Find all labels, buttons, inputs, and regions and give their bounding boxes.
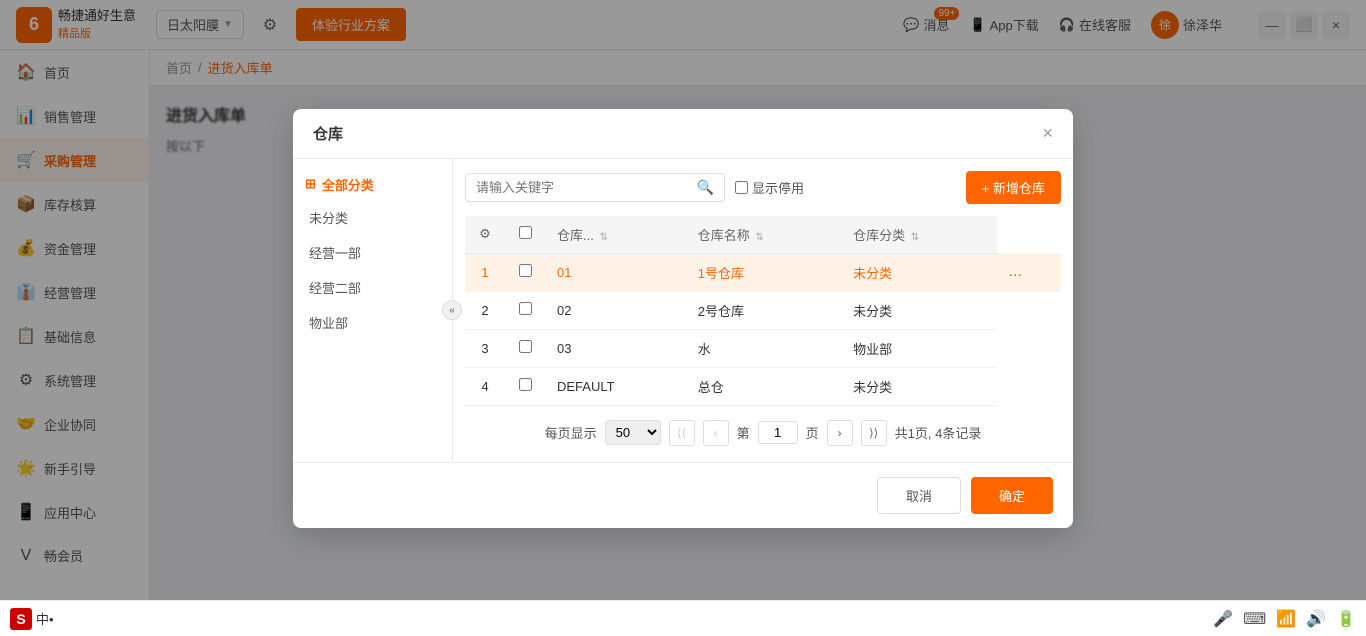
table-row[interactable]: 4 DEFAULT 总仓 未分类 <box>465 367 1061 405</box>
show-disabled-label[interactable]: 显示停用 <box>735 178 804 197</box>
category-all-btn[interactable]: ⊞ 全部分类 <box>305 175 374 194</box>
per-page-select[interactable]: 50 10 20 100 <box>605 420 661 445</box>
modal-title: 仓库 <box>313 123 343 144</box>
next-page-button[interactable]: › <box>827 420 853 446</box>
row-index-0: 1 <box>465 253 505 291</box>
warehouse-modal: 仓库 × ⊞ 全部分类 « 未分类经营一部经营二部物业部 <box>293 109 1073 528</box>
battery-icon: 🔋 <box>1336 609 1356 629</box>
row-category-0: 未分类 <box>841 253 996 291</box>
row-name-2: 水 <box>686 329 841 367</box>
modal-close-button[interactable]: × <box>1042 123 1053 144</box>
row-actions-0[interactable]: ... <box>997 253 1061 291</box>
category-collapse-button[interactable]: « <box>442 300 462 320</box>
row-code-1: 02 <box>545 291 686 329</box>
bottom-bar: S 中• 🎤 ⌨ 📶 🔊 🔋 <box>0 600 1366 636</box>
table-body: 1 01 1号仓库 未分类 ... 2 02 2号仓库 未分类 3 03 水 物… <box>465 253 1061 405</box>
confirm-button[interactable]: 确定 <box>971 477 1053 514</box>
modal-body: ⊞ 全部分类 « 未分类经营一部经营二部物业部 🔍 <box>293 159 1073 462</box>
row-category-1: 未分类 <box>841 291 996 329</box>
category-all-label: 全部分类 <box>322 175 374 194</box>
per-page-label: 每页显示 <box>545 423 597 442</box>
col-category-label: 仓库分类 <box>853 228 905 243</box>
category-item-1[interactable]: 经营一部 <box>293 235 452 270</box>
category-items-list: 未分类经营一部经营二部物业部 <box>293 200 452 340</box>
table-header: ⚙ 仓库... ⇅ 仓库名称 <box>465 216 1061 254</box>
show-disabled-checkbox[interactable] <box>735 181 748 194</box>
category-item-2[interactable]: 经营二部 <box>293 270 452 305</box>
show-disabled-text: 显示停用 <box>752 178 804 197</box>
row-name-0: 1号仓库 <box>686 253 841 291</box>
add-warehouse-button[interactable]: + 新增仓库 <box>966 171 1061 204</box>
sort-icon-code: ⇅ <box>599 232 607 243</box>
cancel-button[interactable]: 取消 <box>877 477 961 514</box>
table-row[interactable]: 2 02 2号仓库 未分类 <box>465 291 1061 329</box>
signal-icon: 📶 <box>1276 609 1296 629</box>
category-header: ⊞ 全部分类 <box>293 169 452 200</box>
gear-icon: ⚙ <box>479 226 491 241</box>
grid-icon: ⊞ <box>305 176 316 192</box>
row-check-3[interactable] <box>505 367 545 405</box>
modal-overlay: 仓库 × ⊞ 全部分类 « 未分类经营一部经营二部物业部 <box>0 0 1366 636</box>
pagination: 每页显示 50 10 20 100 ⟨⟨ ‹ 第 页 › ⟩⟩ 共1页, 4条记… <box>465 406 1061 450</box>
modal-header: 仓库 × <box>293 109 1073 159</box>
col-name-label: 仓库名称 <box>698 228 750 243</box>
last-page-button[interactable]: ⟩⟩ <box>861 420 887 446</box>
select-all-checkbox[interactable] <box>519 226 532 239</box>
row-name-3: 总仓 <box>686 367 841 405</box>
th-name: 仓库名称 ⇅ <box>686 216 841 254</box>
table-row[interactable]: 3 03 水 物业部 <box>465 329 1061 367</box>
prev-page-button[interactable]: ‹ <box>703 420 729 446</box>
row-index-2: 3 <box>465 329 505 367</box>
table: ⚙ 仓库... ⇅ 仓库名称 <box>465 216 1061 406</box>
category-item-0[interactable]: 未分类 <box>293 200 452 235</box>
keyboard-icon[interactable]: ⌨ <box>1243 609 1266 629</box>
row-check-1[interactable] <box>505 291 545 329</box>
bottom-logo: S 中• <box>10 608 54 630</box>
s-logo-icon: S <box>10 608 32 630</box>
sort-icon-category: ⇅ <box>911 232 919 243</box>
row-index-1: 2 <box>465 291 505 329</box>
page-input[interactable] <box>758 421 798 444</box>
table-row[interactable]: 1 01 1号仓库 未分类 ... <box>465 253 1061 291</box>
row-category-3: 未分类 <box>841 367 996 405</box>
modal-footer: 取消 确定 <box>293 462 1073 528</box>
data-toolbar: 🔍 显示停用 + 新增仓库 <box>465 171 1061 204</box>
search-box: 🔍 <box>465 173 725 202</box>
page-total: 共1页, 4条记录 <box>895 423 982 442</box>
th-check <box>505 216 545 254</box>
row-check-0[interactable] <box>505 253 545 291</box>
volume-icon[interactable]: 🔊 <box>1306 609 1326 629</box>
row-name-1: 2号仓库 <box>686 291 841 329</box>
category-item-3[interactable]: 物业部 <box>293 305 452 340</box>
data-panel: 🔍 显示停用 + 新增仓库 ⚙ <box>453 159 1073 462</box>
bottom-icons: 🎤 ⌨ 📶 🔊 🔋 <box>1213 609 1356 629</box>
sort-icon-name: ⇅ <box>755 232 763 243</box>
row-category-2: 物业部 <box>841 329 996 367</box>
page-unit: 页 <box>806 423 819 442</box>
th-code: 仓库... ⇅ <box>545 216 686 254</box>
category-panel: ⊞ 全部分类 « 未分类经营一部经营二部物业部 <box>293 159 453 462</box>
row-code-0: 01 <box>545 253 686 291</box>
page-label: 第 <box>737 423 750 442</box>
mic-icon[interactable]: 🎤 <box>1213 609 1233 629</box>
th-category: 仓库分类 ⇅ <box>841 216 996 254</box>
first-page-button[interactable]: ⟨⟨ <box>669 420 695 446</box>
row-code-2: 03 <box>545 329 686 367</box>
col-code-label: 仓库... <box>557 228 594 243</box>
row-index-3: 4 <box>465 367 505 405</box>
row-check-2[interactable] <box>505 329 545 367</box>
bottom-text: 中• <box>36 609 54 628</box>
row-code-3: DEFAULT <box>545 367 686 405</box>
search-input[interactable] <box>476 180 697 195</box>
th-gear: ⚙ <box>465 216 505 254</box>
header-row: ⚙ 仓库... ⇅ 仓库名称 <box>465 216 1061 254</box>
search-icon[interactable]: 🔍 <box>697 179 714 196</box>
warehouse-table: ⚙ 仓库... ⇅ 仓库名称 <box>465 216 1061 406</box>
